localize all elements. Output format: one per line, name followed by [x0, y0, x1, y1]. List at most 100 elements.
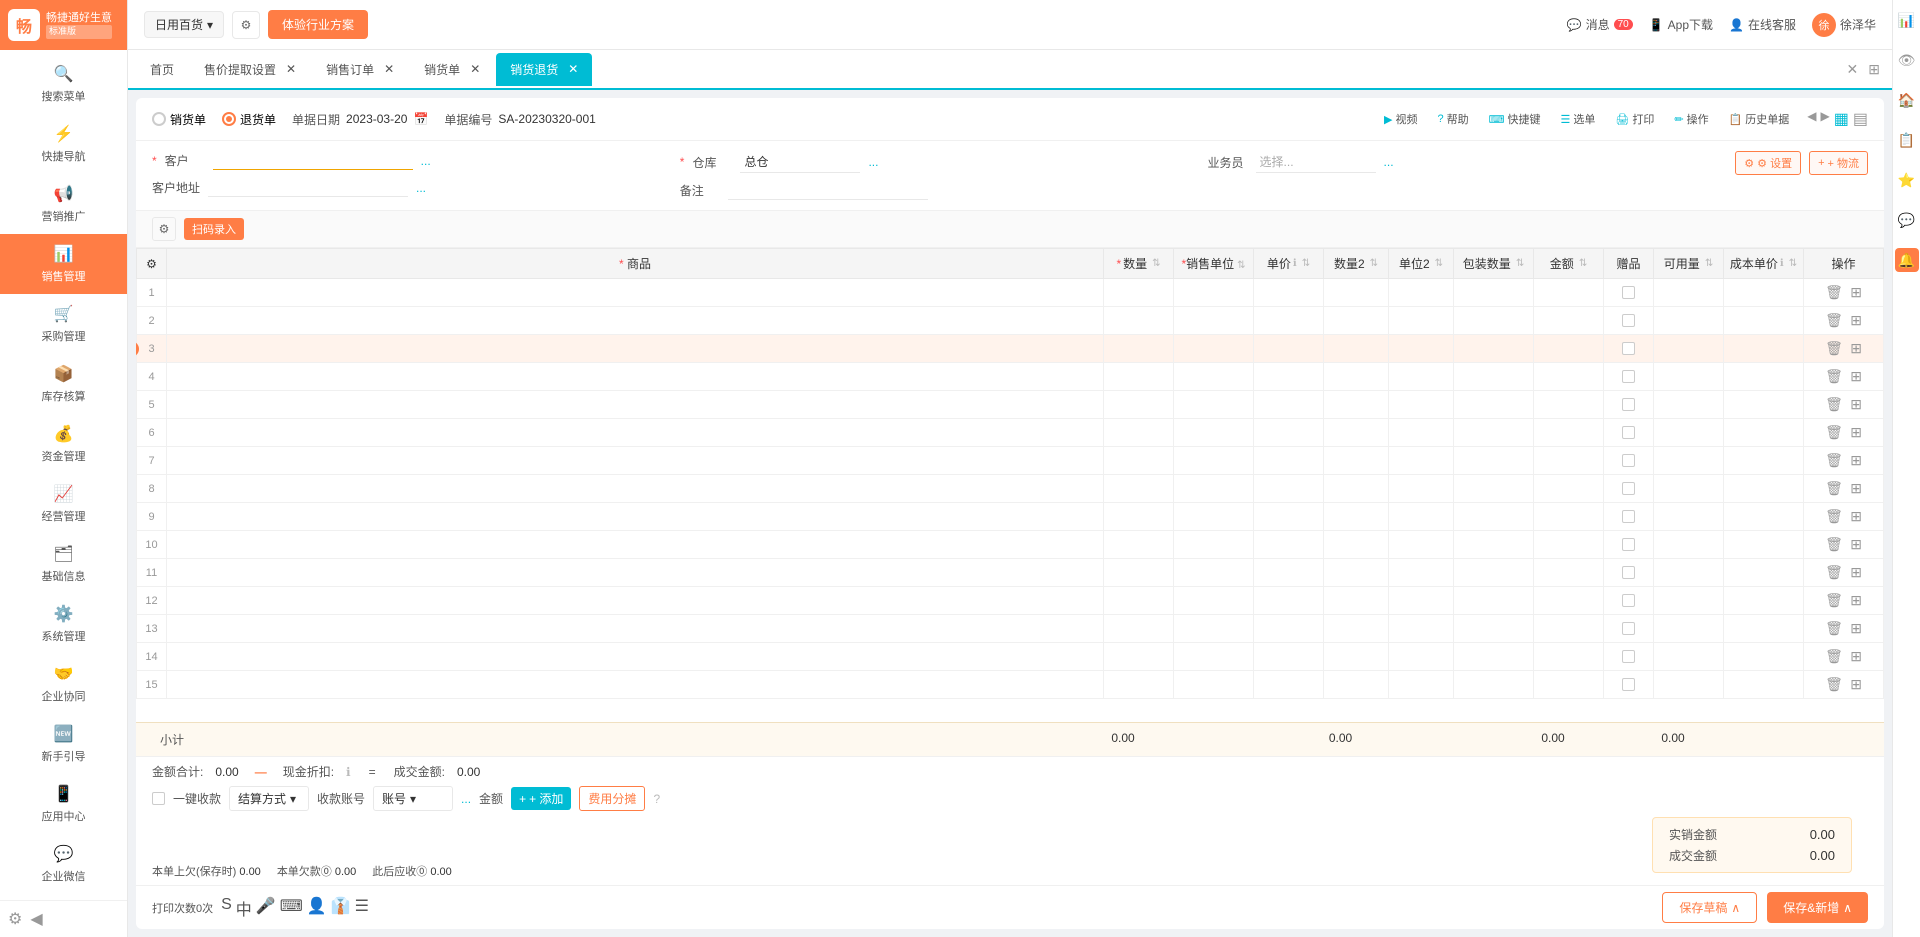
delete-row-icon[interactable]: 🗑: [1825, 480, 1843, 496]
price-info-icon[interactable]: ℹ: [1293, 258, 1297, 269]
amount-cell[interactable]: [1534, 279, 1604, 307]
pack-qty-cell[interactable]: [1454, 335, 1534, 363]
amount-cell[interactable]: [1534, 671, 1604, 699]
rs-icon-7[interactable]: 🔔: [1895, 248, 1919, 272]
sidebar-item-guide[interactable]: 🆕 新手引导: [0, 714, 127, 774]
unit-cell[interactable]: [1174, 643, 1254, 671]
qty2-cell[interactable]: [1324, 391, 1389, 419]
app-download-btn[interactable]: 📱 App下载: [1649, 16, 1713, 33]
nav-prev-btn[interactable]: ◀: [1807, 109, 1816, 129]
pack-qty-cell[interactable]: [1454, 587, 1534, 615]
copy-row-icon[interactable]: ⊞: [1850, 368, 1862, 384]
price-cell[interactable]: [1254, 475, 1324, 503]
sidebar-item-quick[interactable]: ⚡ 快捷导航: [0, 114, 127, 174]
goods-cell[interactable]: [167, 671, 1104, 699]
tab-close-sales-return[interactable]: ✕: [568, 62, 578, 76]
rs-icon-1[interactable]: 📊: [1895, 8, 1919, 32]
unit-cell[interactable]: [1174, 419, 1254, 447]
cost-cell[interactable]: [1724, 559, 1804, 587]
amount-cell[interactable]: [1534, 335, 1604, 363]
qty2-cell[interactable]: [1324, 335, 1389, 363]
customer-picker-btn[interactable]: ...: [421, 154, 431, 168]
qty2-cell[interactable]: [1324, 363, 1389, 391]
quantity-cell[interactable]: [1104, 615, 1174, 643]
sidebar-item-basics[interactable]: 🗂 基础信息: [0, 534, 127, 594]
pack-qty-cell[interactable]: [1454, 615, 1534, 643]
delete-row-icon[interactable]: 🗑: [1825, 592, 1843, 608]
unit2-cell[interactable]: [1389, 503, 1454, 531]
quantity-cell[interactable]: [1104, 503, 1174, 531]
sidebar-item-sales[interactable]: 📊 销售管理: [0, 234, 127, 294]
amount-cell[interactable]: [1534, 475, 1604, 503]
copy-row-icon[interactable]: ⊞: [1850, 284, 1862, 300]
cost-cell[interactable]: [1724, 503, 1804, 531]
qty2-cell[interactable]: [1324, 643, 1389, 671]
radio-return-bill[interactable]: 退货单: [222, 111, 276, 128]
settings-bottom-icon[interactable]: ⚙: [8, 909, 22, 929]
delete-row-icon[interactable]: 🗑: [1825, 368, 1843, 384]
collapse-icon[interactable]: ◀: [30, 909, 42, 929]
cost-cell[interactable]: [1724, 419, 1804, 447]
price-cell[interactable]: [1254, 671, 1324, 699]
sidebar-item-search[interactable]: 🔍 搜索菜单: [0, 54, 127, 114]
unit-cell[interactable]: [1174, 503, 1254, 531]
help-btn[interactable]: ? 帮助: [1432, 108, 1475, 130]
amount-cell[interactable]: [1534, 531, 1604, 559]
tab-close-sales-bill[interactable]: ✕: [470, 62, 480, 76]
delete-row-icon[interactable]: 🗑: [1825, 396, 1843, 412]
copy-row-icon[interactable]: ⊞: [1850, 340, 1862, 356]
qty2-cell[interactable]: [1324, 671, 1389, 699]
qty2-cell[interactable]: [1324, 447, 1389, 475]
price-cell[interactable]: [1254, 419, 1324, 447]
sidebar-item-purchase[interactable]: 🛒 采购管理: [0, 294, 127, 354]
sidebar-item-apps[interactable]: 📱 应用中心: [0, 774, 127, 834]
save-new-btn[interactable]: 保存&新增 ∧: [1767, 892, 1868, 923]
warehouse-picker-btn[interactable]: ...: [868, 155, 878, 169]
unit2-cell[interactable]: [1389, 335, 1454, 363]
available-cell[interactable]: [1654, 531, 1724, 559]
cost-info-icon[interactable]: ℹ: [1780, 258, 1784, 269]
delete-row-icon[interactable]: 🗑: [1825, 536, 1843, 552]
pack-qty-cell[interactable]: [1454, 447, 1534, 475]
save-draft-btn[interactable]: 保存草稿 ∧: [1662, 892, 1757, 923]
copy-row-icon[interactable]: ⊞: [1850, 480, 1862, 496]
unit2-cell[interactable]: [1389, 307, 1454, 335]
unit-cell[interactable]: [1174, 475, 1254, 503]
cost-cell[interactable]: [1724, 279, 1804, 307]
calendar-icon[interactable]: 📅: [413, 112, 428, 126]
amount-cell[interactable]: [1534, 363, 1604, 391]
delete-row-icon[interactable]: 🗑: [1825, 648, 1843, 664]
copy-row-icon[interactable]: ⊞: [1850, 676, 1862, 692]
copy-row-icon[interactable]: ⊞: [1850, 536, 1862, 552]
goods-cell[interactable]: [167, 419, 1104, 447]
delete-row-icon[interactable]: 🗑: [1825, 564, 1843, 580]
available-cell[interactable]: [1654, 307, 1724, 335]
sidebar-item-enterprise[interactable]: 🤝 企业协同: [0, 654, 127, 714]
goods-cell[interactable]: [167, 363, 1104, 391]
price-cell[interactable]: [1254, 447, 1324, 475]
unit-cell[interactable]: [1174, 363, 1254, 391]
unit2-cell[interactable]: [1389, 447, 1454, 475]
warehouse-input[interactable]: 总仓: [740, 151, 860, 173]
unit-cell[interactable]: [1174, 587, 1254, 615]
qty2-cell[interactable]: [1324, 307, 1389, 335]
unit-cell[interactable]: [1174, 671, 1254, 699]
unit2-cell[interactable]: [1389, 531, 1454, 559]
price-cell[interactable]: [1254, 363, 1324, 391]
unit2-cell[interactable]: [1389, 475, 1454, 503]
topbar-gear-btn[interactable]: ⚙: [232, 11, 260, 39]
available-cell[interactable]: [1654, 643, 1724, 671]
cost-cell[interactable]: [1724, 391, 1804, 419]
price-cell[interactable]: [1254, 615, 1324, 643]
logistics-btn[interactable]: + + 物流: [1809, 151, 1868, 175]
rs-icon-5[interactable]: ⭐: [1895, 168, 1919, 192]
shortcut-btn[interactable]: ⌨ 快捷键: [1483, 108, 1547, 130]
quantity-cell[interactable]: [1104, 447, 1174, 475]
amount-cell[interactable]: [1534, 615, 1604, 643]
available-cell[interactable]: [1654, 391, 1724, 419]
add-row-btn[interactable]: +: [136, 341, 139, 357]
account-method-select[interactable]: 结算方式 ▾: [229, 786, 309, 811]
experience-btn[interactable]: 体验行业方案: [268, 10, 368, 39]
available-cell[interactable]: [1654, 587, 1724, 615]
sidebar-item-system[interactable]: ⚙️ 系统管理: [0, 594, 127, 654]
